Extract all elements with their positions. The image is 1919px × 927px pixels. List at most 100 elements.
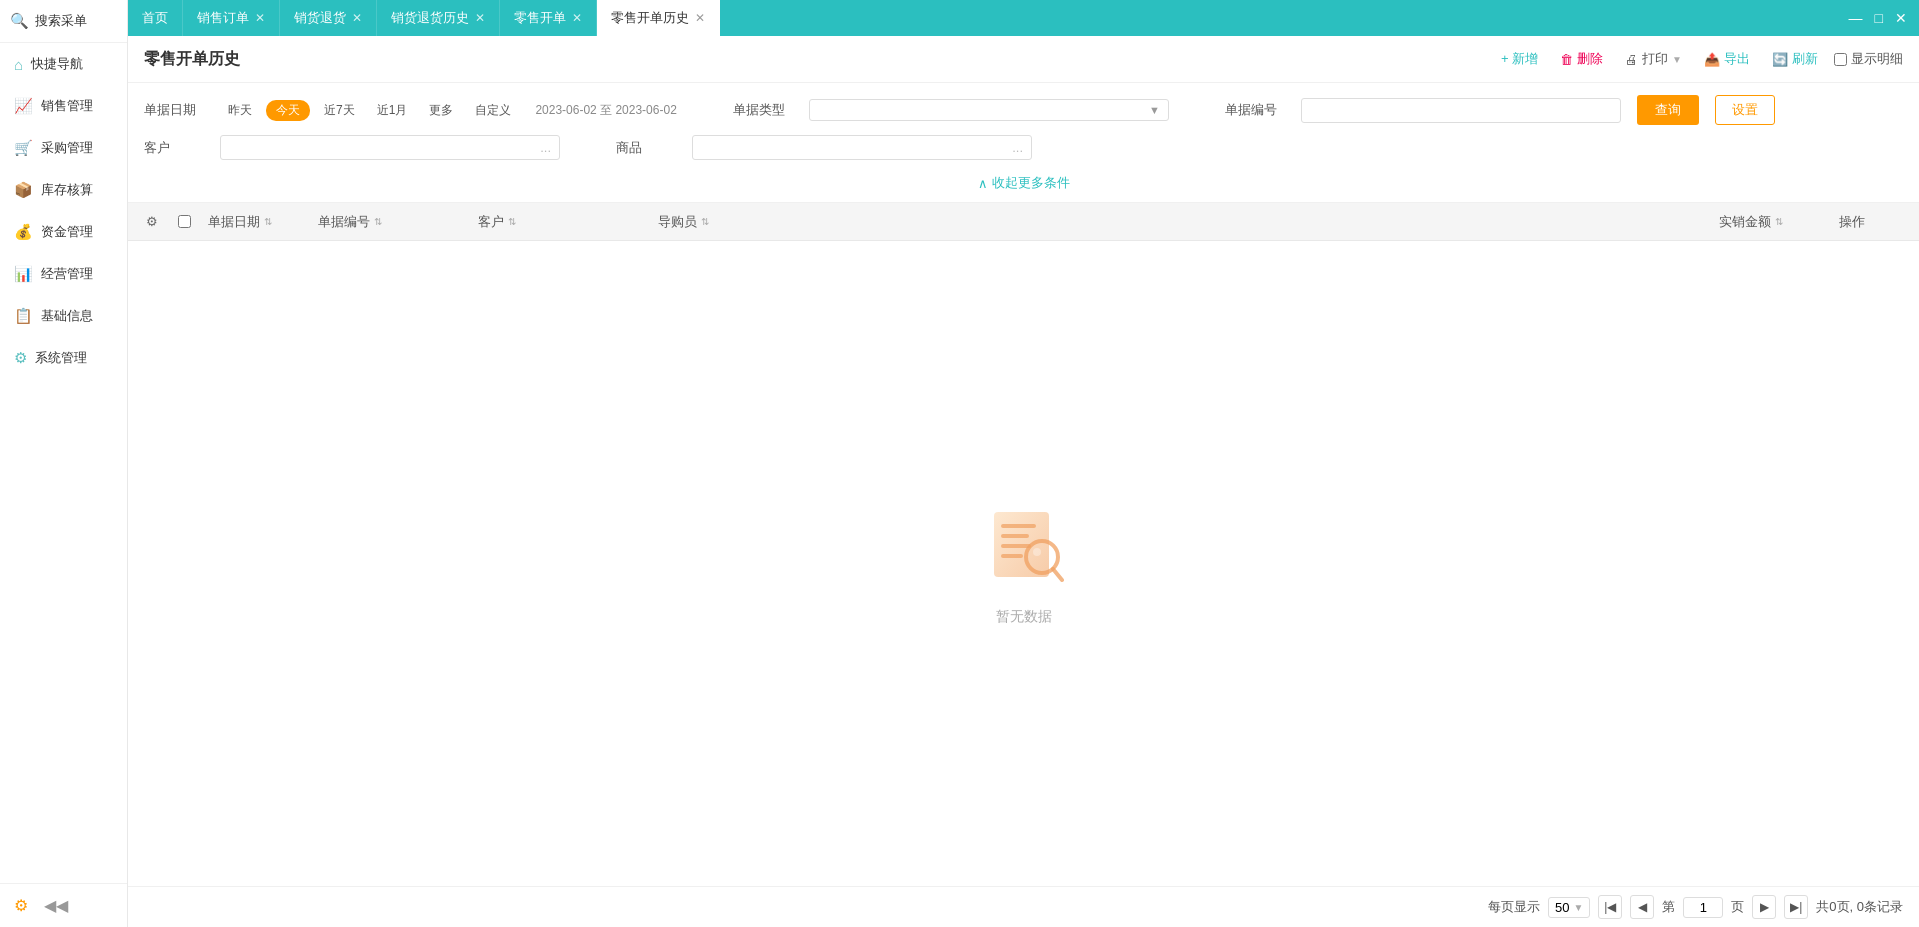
window-controls: — □ ✕ — [1849, 10, 1919, 26]
print-arrow-icon: ▼ — [1672, 54, 1682, 65]
prev-page-button[interactable]: ◀ — [1630, 895, 1654, 919]
table-header: ⚙ 单据日期 ⇅ 单据编号 ⇅ 客户 ⇅ 导购员 ⇅ — [128, 203, 1919, 241]
th-date[interactable]: 单据日期 ⇅ — [200, 213, 310, 231]
tab-sales-order-close[interactable]: ✕ — [255, 11, 265, 25]
settings-button[interactable]: 设置 — [1715, 95, 1775, 125]
th-amount[interactable]: 实销金额 ⇅ — [1711, 213, 1831, 231]
goods-input[interactable] — [701, 140, 1012, 155]
date-btn-1month[interactable]: 近1月 — [369, 100, 416, 121]
tab-sales-return-history[interactable]: 销货退货历史 ✕ — [377, 0, 500, 36]
tab-sales-order[interactable]: 销售订单 ✕ — [183, 0, 280, 36]
home-icon: ⌂ — [14, 56, 23, 73]
table-area: ⚙ 单据日期 ⇅ 单据编号 ⇅ 客户 ⇅ 导购员 ⇅ — [128, 203, 1919, 927]
refresh-button[interactable]: 🔄 刷新 — [1766, 46, 1824, 72]
operations-icon: 📊 — [14, 265, 33, 283]
tab-retail-open-close[interactable]: ✕ — [572, 11, 582, 25]
print-button[interactable]: 🖨 打印 ▼ — [1619, 46, 1688, 72]
page-size-arrow: ▼ — [1573, 902, 1583, 913]
settings-bottom-icon[interactable]: ⚙ — [14, 896, 28, 915]
customer-label: 客户 — [144, 139, 204, 157]
doc-type-select[interactable]: ▼ — [809, 99, 1169, 121]
add-button[interactable]: + 新增 — [1495, 46, 1544, 72]
tab-sales-return-history-close[interactable]: ✕ — [475, 11, 485, 25]
sidebar-item-basic-info[interactable]: 📋 基础信息 — [0, 295, 127, 337]
export-icon: 📤 — [1704, 52, 1720, 67]
doc-no-input[interactable] — [1310, 103, 1612, 118]
date-filter-label: 单据日期 — [144, 101, 204, 119]
tab-retail-open[interactable]: 零售开单 ✕ — [500, 0, 597, 36]
collapse-up-icon: ∧ — [978, 176, 988, 191]
select-all-checkbox[interactable] — [168, 215, 200, 228]
per-page-label: 每页显示 — [1488, 898, 1540, 916]
current-page-label: 第 — [1662, 898, 1675, 916]
sidebar: 🔍 搜索采单 ⌂ 快捷导航 📈 销售管理 🛒 采购管理 📦 库存核算 💰 资金管… — [0, 0, 128, 927]
svg-rect-1 — [1001, 524, 1036, 528]
display-detail-input[interactable] — [1834, 53, 1847, 66]
filter-area: 单据日期 昨天 今天 近7天 近1月 更多 自定义 2023-06-02 至 2… — [128, 83, 1919, 203]
page-suffix-label: 页 — [1731, 898, 1744, 916]
minimize-button[interactable]: — — [1849, 10, 1863, 26]
sys-icon: ⚙ — [14, 349, 27, 367]
sidebar-item-label: 库存核算 — [41, 181, 93, 199]
sidebar-item-sales-mgmt[interactable]: 📈 销售管理 — [0, 85, 127, 127]
svg-rect-2 — [1001, 534, 1029, 538]
date-btn-7days[interactable]: 近7天 — [316, 100, 363, 121]
tab-home[interactable]: 首页 — [128, 0, 183, 36]
th-no[interactable]: 单据编号 ⇅ — [310, 213, 470, 231]
date-btn-today[interactable]: 今天 — [266, 100, 310, 121]
customer-input[interactable] — [229, 140, 540, 155]
close-button[interactable]: ✕ — [1895, 10, 1907, 26]
maximize-button[interactable]: □ — [1875, 10, 1883, 26]
th-customer[interactable]: 客户 ⇅ — [470, 213, 650, 231]
tab-sales-return-close[interactable]: ✕ — [352, 11, 362, 25]
empty-text: 暂无数据 — [996, 608, 1052, 626]
select-all-input[interactable] — [178, 215, 191, 228]
search-icon: 🔍 — [10, 12, 29, 30]
collapse-bar[interactable]: ∧ 收起更多条件 — [144, 170, 1903, 196]
date-btn-yesterday[interactable]: 昨天 — [220, 100, 260, 121]
svg-line-6 — [1053, 569, 1062, 580]
last-page-button[interactable]: ▶| — [1784, 895, 1808, 919]
page-number-input[interactable]: 1 — [1683, 897, 1723, 918]
goods-ellipsis-icon[interactable]: ... — [1012, 140, 1023, 155]
date-btn-more[interactable]: 更多 — [421, 100, 461, 121]
tab-retail-history-close[interactable]: ✕ — [695, 11, 705, 25]
delete-icon: 🗑 — [1560, 52, 1573, 67]
main-area: 首页 销售订单 ✕ 销货退货 ✕ 销货退货历史 ✕ 零售开单 ✕ 零售开单历史 … — [128, 0, 1919, 927]
tab-retail-history[interactable]: 零售开单历史 ✕ — [597, 0, 720, 36]
goods-input-wrapper: ... — [692, 135, 1032, 160]
svg-rect-4 — [1001, 554, 1023, 558]
sidebar-item-sys-mgmt[interactable]: ⚙ 系统管理 — [0, 337, 127, 379]
th-action-label: 操作 — [1839, 213, 1865, 231]
page-size-value: 50 — [1555, 900, 1569, 915]
sidebar-item-label: 销售管理 — [41, 97, 93, 115]
sidebar-item-purchase-mgmt[interactable]: 🛒 采购管理 — [0, 127, 127, 169]
page-size-select[interactable]: 50 ▼ — [1548, 897, 1590, 918]
export-button[interactable]: 📤 导出 — [1698, 46, 1756, 72]
th-salesperson-label: 导购员 — [658, 213, 697, 231]
pagination: 每页显示 50 ▼ |◀ ◀ 第 1 页 ▶ ▶| 共0页, 0条记录 — [128, 886, 1919, 927]
tab-home-label: 首页 — [142, 9, 168, 27]
display-detail-label: 显示明细 — [1851, 50, 1903, 68]
sidebar-item-operations[interactable]: 📊 经营管理 — [0, 253, 127, 295]
customer-ellipsis-icon[interactable]: ... — [540, 140, 551, 155]
query-button[interactable]: 查询 — [1637, 95, 1699, 125]
collapse-sidebar-icon[interactable]: ◀◀ — [44, 896, 68, 915]
sidebar-item-quick-nav[interactable]: ⌂ 快捷导航 — [0, 43, 127, 85]
delete-button[interactable]: 🗑 删除 — [1554, 46, 1609, 72]
sidebar-item-label: 系统管理 — [35, 349, 87, 367]
next-page-button[interactable]: ▶ — [1752, 895, 1776, 919]
th-salesperson[interactable]: 导购员 ⇅ — [650, 213, 770, 231]
date-btn-custom[interactable]: 自定义 — [467, 100, 519, 121]
display-detail-checkbox[interactable]: 显示明细 — [1834, 50, 1903, 68]
first-page-button[interactable]: |◀ — [1598, 895, 1622, 919]
tab-sales-return[interactable]: 销货退货 ✕ — [280, 0, 377, 36]
sidebar-item-finance[interactable]: 💰 资金管理 — [0, 211, 127, 253]
date-buttons: 昨天 今天 近7天 近1月 更多 自定义 — [220, 100, 519, 121]
column-settings-icon[interactable]: ⚙ — [136, 214, 168, 229]
sales-icon: 📈 — [14, 97, 33, 115]
filter-row-2: 客户 ... 商品 ... — [144, 135, 1903, 160]
sidebar-search[interactable]: 🔍 搜索采单 — [0, 0, 127, 43]
th-action: 操作 — [1831, 213, 1911, 231]
sidebar-item-inventory[interactable]: 📦 库存核算 — [0, 169, 127, 211]
